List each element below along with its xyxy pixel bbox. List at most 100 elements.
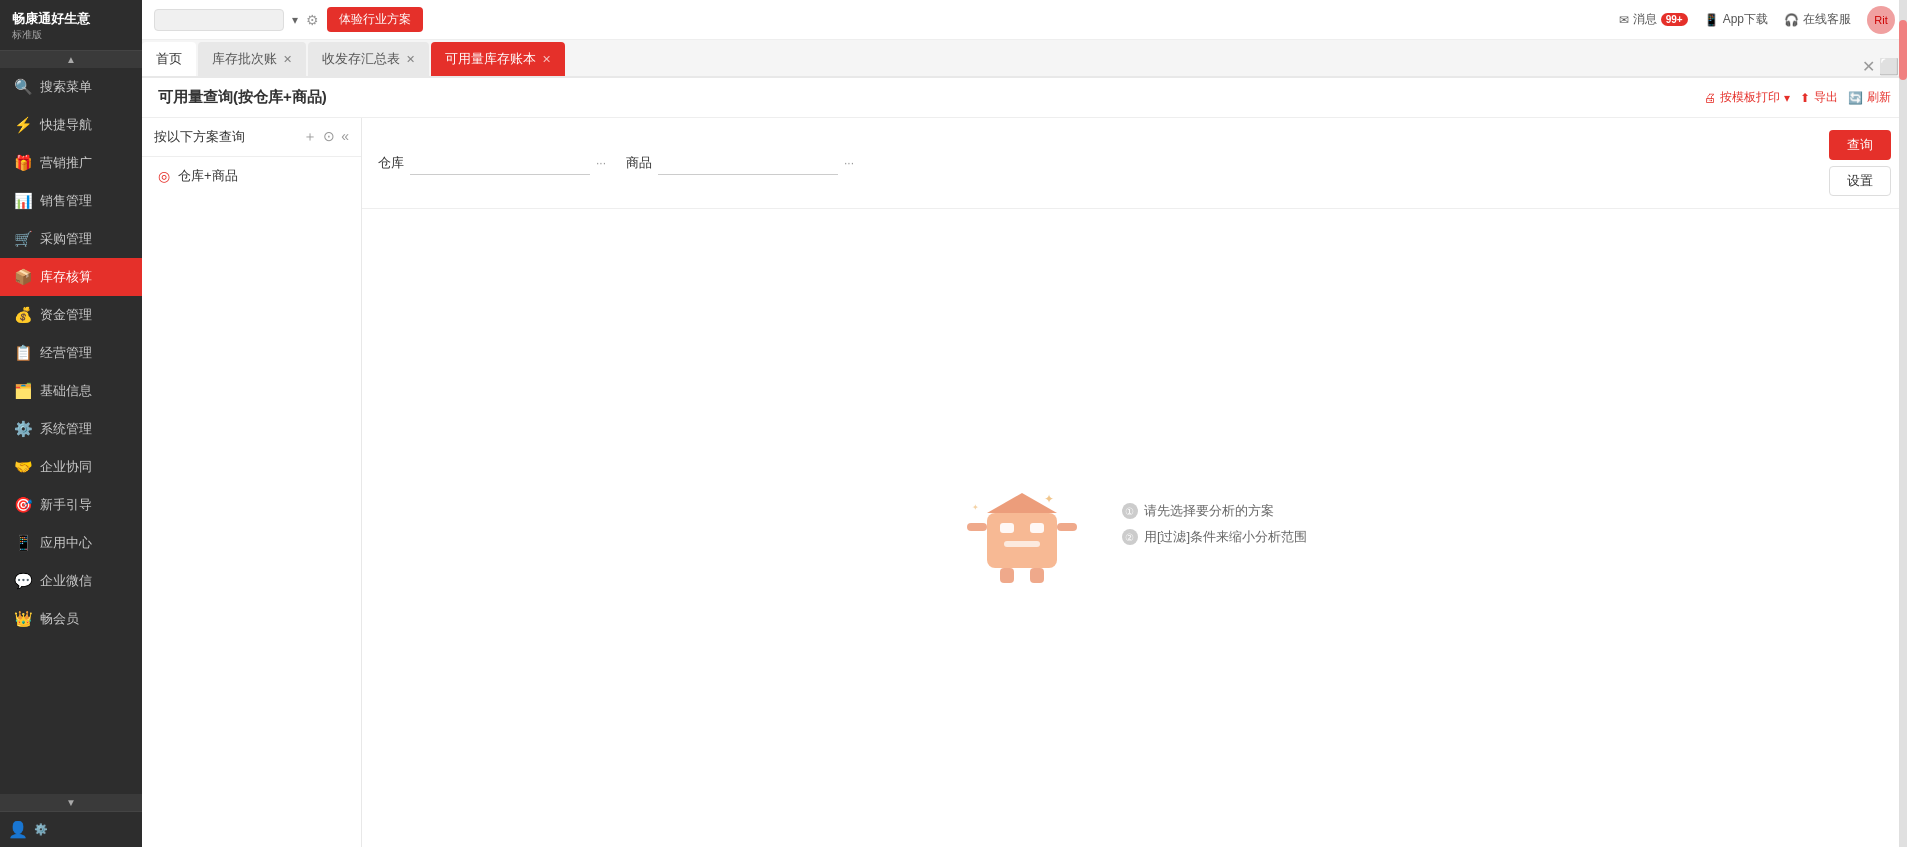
tab-available[interactable]: 可用量库存账本 ✕ <box>431 42 565 76</box>
tab-batch[interactable]: 库存批次账 ✕ <box>198 42 306 76</box>
print-icon: 🖨 <box>1704 91 1716 105</box>
product-field: 商品 ··· <box>626 152 854 175</box>
sidebar-item-purchase[interactable]: 🛒 采购管理 <box>0 220 142 258</box>
tab-available-close[interactable]: ✕ <box>542 53 551 66</box>
sidebar-item-finance[interactable]: 💰 资金管理 <box>0 296 142 334</box>
main-container: ▾ ⚙ 体验行业方案 ✉ 消息 99+ 📱 App下载 🎧 在线客服 Rit <box>142 0 1907 847</box>
settings-icon[interactable]: ⚙ <box>306 12 319 28</box>
sidebar-item-shortcut[interactable]: ⚡ 快捷导航 <box>0 106 142 144</box>
print-btn[interactable]: 🖨 按模板打印 ▾ <box>1704 89 1790 106</box>
sidebar-item-cooperation[interactable]: 🤝 企业协同 <box>0 448 142 486</box>
product-label: 商品 <box>626 154 652 172</box>
page-header: 可用量查询(按仓库+商品) 🖨 按模板打印 ▾ ⬆ 导出 🔄 刷新 <box>142 78 1907 118</box>
print-label: 按模板打印 <box>1720 89 1780 106</box>
sidebar-nav: 🔍 搜索菜单 ⚡ 快捷导航 🎁 营销推广 📊 销售管理 🛒 采购管理 📦 库存核… <box>0 68 142 794</box>
user-avatar[interactable]: Rit <box>1867 6 1895 34</box>
warehouse-input[interactable] <box>410 152 590 175</box>
tip-text-1: 请先选择要分析的方案 <box>1144 502 1274 520</box>
product-input[interactable] <box>658 152 838 175</box>
sidebar-item-member[interactable]: 👑 畅会员 <box>0 600 142 638</box>
message-badge: 99+ <box>1661 13 1688 26</box>
tab-summary-close[interactable]: ✕ <box>406 53 415 66</box>
sidebar-item-label: 畅会员 <box>40 610 79 628</box>
filter-add-btn[interactable]: ＋ <box>303 128 317 146</box>
apps-icon: 📱 <box>14 534 32 552</box>
sidebar-item-label: 采购管理 <box>40 230 92 248</box>
sidebar-item-label: 经营管理 <box>40 344 92 362</box>
svg-rect-6 <box>1057 523 1077 531</box>
industry-btn[interactable]: 体验行业方案 <box>327 7 423 32</box>
refresh-btn[interactable]: 🔄 刷新 <box>1848 89 1891 106</box>
sidebar-item-sales[interactable]: 📊 销售管理 <box>0 182 142 220</box>
warehouse-more-btn[interactable]: ··· <box>596 156 606 170</box>
query-fields: 仓库 ··· 商品 ··· 查询 设置 <box>362 118 1907 209</box>
sidebar-item-wechat[interactable]: 💬 企业微信 <box>0 562 142 600</box>
export-btn[interactable]: ⬆ 导出 <box>1800 89 1838 106</box>
marketing-icon: 🎁 <box>14 154 32 172</box>
page-actions: 🖨 按模板打印 ▾ ⬆ 导出 🔄 刷新 <box>1704 89 1891 106</box>
sidebar-item-label: 基础信息 <box>40 382 92 400</box>
scheme-icon: ◎ <box>158 168 170 184</box>
filter-collapse-btn[interactable]: « <box>341 128 349 146</box>
top-bar-right: ✉ 消息 99+ 📱 App下载 🎧 在线客服 Rit <box>1619 6 1895 34</box>
filter-scheme-item[interactable]: ◎ 仓库+商品 <box>142 157 361 195</box>
svg-text:✦: ✦ <box>972 503 979 512</box>
tip-num-2: ② <box>1122 529 1138 545</box>
right-scrollbar[interactable] <box>1899 118 1907 847</box>
warehouse-field: 仓库 ··· <box>378 152 606 175</box>
svg-rect-4 <box>1004 541 1040 547</box>
sidebar-item-apps[interactable]: 📱 应用中心 <box>0 524 142 562</box>
tab-summary[interactable]: 收发存汇总表 ✕ <box>308 42 429 76</box>
page-title: 可用量查询(按仓库+商品) <box>158 88 1704 107</box>
tab-summary-label: 收发存汇总表 <box>322 50 400 68</box>
sidebar-item-search[interactable]: 🔍 搜索菜单 <box>0 68 142 106</box>
user-avatar-small: 👤 <box>8 820 28 839</box>
tab-home[interactable]: 首页 <box>142 42 196 76</box>
app-download-btn[interactable]: 📱 App下载 <box>1704 11 1768 28</box>
sidebar: 畅康通好生意 标准版 ▲ 🔍 搜索菜单 ⚡ 快捷导航 🎁 营销推广 📊 销售管理… <box>0 0 142 847</box>
sidebar-logo: 畅康通好生意 标准版 <box>0 0 142 51</box>
sidebar-scroll-up[interactable]: ▲ <box>0 51 142 68</box>
inventory-icon: 📦 <box>14 268 32 286</box>
message-btn[interactable]: ✉ 消息 99+ <box>1619 11 1688 28</box>
purchase-icon: 🛒 <box>14 230 32 248</box>
tab-batch-label: 库存批次账 <box>212 50 277 68</box>
svg-rect-2 <box>1000 523 1014 533</box>
export-icon: ⬆ <box>1800 91 1810 105</box>
sidebar-item-operations[interactable]: 📋 经营管理 <box>0 334 142 372</box>
sidebar-item-label: 资金管理 <box>40 306 92 324</box>
top-search-input[interactable] <box>154 9 284 31</box>
tab-batch-close[interactable]: ✕ <box>283 53 292 66</box>
sidebar-item-inventory[interactable]: 📦 库存核算 <box>0 258 142 296</box>
sidebar-item-label: 销售管理 <box>40 192 92 210</box>
query-btn[interactable]: 查询 <box>1829 130 1891 160</box>
online-service-btn[interactable]: 🎧 在线客服 <box>1784 11 1851 28</box>
sidebar-item-system[interactable]: ⚙️ 系统管理 <box>0 410 142 448</box>
sidebar-item-marketing[interactable]: 🎁 营销推广 <box>0 144 142 182</box>
tab-close-all-btn[interactable]: ✕ <box>1862 57 1875 76</box>
empty-tip-1: ① 请先选择要分析的方案 <box>1122 502 1307 520</box>
tip-text-2: 用[过滤]条件来缩小分析范围 <box>1144 528 1307 546</box>
tab-home-label: 首页 <box>156 50 182 68</box>
print-dropdown-icon[interactable]: ▾ <box>1784 91 1790 105</box>
sidebar-item-basic[interactable]: 🗂️ 基础信息 <box>0 372 142 410</box>
dropdown-icon[interactable]: ▾ <box>292 13 298 27</box>
filter-scheme-label: 仓库+商品 <box>178 167 238 185</box>
settings-btn[interactable]: 设置 <box>1829 166 1891 196</box>
member-icon: 👑 <box>14 610 32 628</box>
svg-rect-3 <box>1030 523 1044 533</box>
filter-header-icons: ＋ ⊙ « <box>303 128 349 146</box>
app-icon: 📱 <box>1704 13 1719 27</box>
svg-text:✦: ✦ <box>1044 492 1054 506</box>
sidebar-scroll-down[interactable]: ▼ <box>0 794 142 811</box>
service-icon: 🎧 <box>1784 13 1799 27</box>
sidebar-item-guide[interactable]: 🎯 新手引导 <box>0 486 142 524</box>
system-icon: ⚙️ <box>14 420 32 438</box>
empty-tips: ① 请先选择要分析的方案 ② 用[过滤]条件来缩小分析范围 <box>1122 502 1307 554</box>
tab-expand-btn[interactable]: ⬜ <box>1879 57 1899 76</box>
wechat-icon: 💬 <box>14 572 32 590</box>
filter-settings-btn[interactable]: ⊙ <box>323 128 335 146</box>
tab-bar: 首页 库存批次账 ✕ 收发存汇总表 ✕ 可用量库存账本 ✕ ✕ ⬜ <box>142 40 1907 78</box>
product-more-btn[interactable]: ··· <box>844 156 854 170</box>
filter-header: 按以下方案查询 ＋ ⊙ « <box>142 118 361 157</box>
